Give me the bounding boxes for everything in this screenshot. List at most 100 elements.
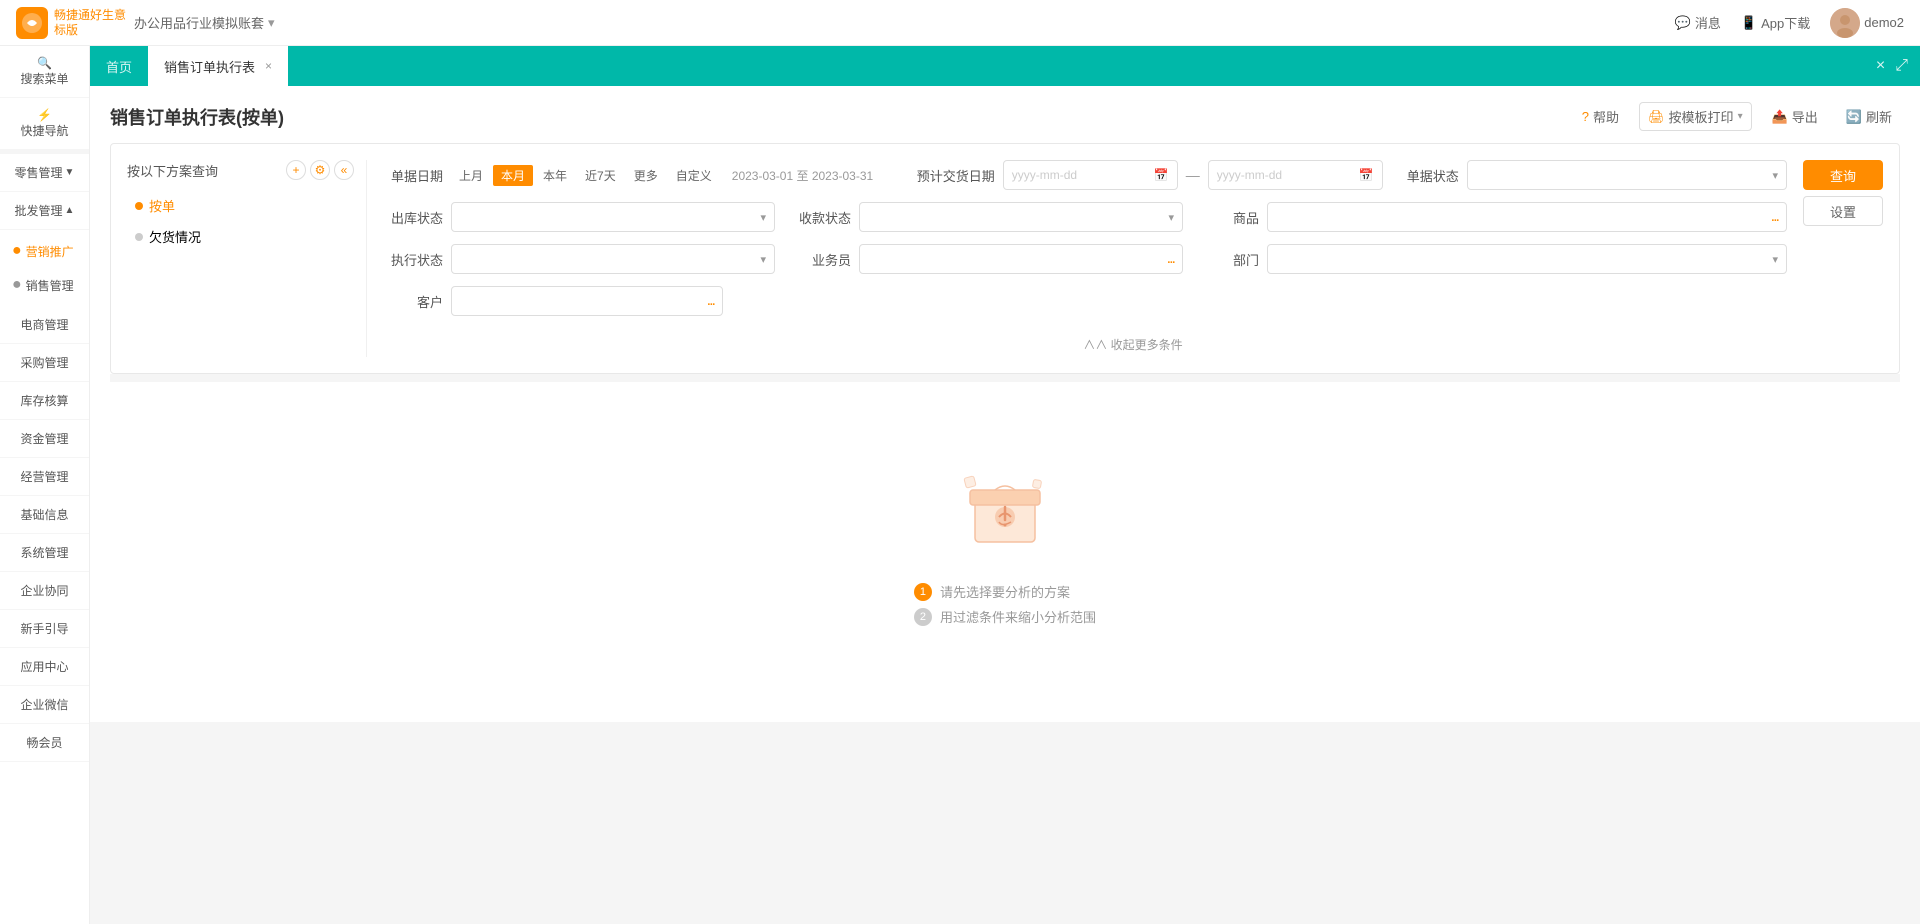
tip-text-1: 请先选择要分析的方案	[940, 582, 1070, 601]
collapse-arrow-icon: ∧∧	[1083, 338, 1107, 352]
filter-rows-area: 单据日期 上月 本月 本年 近7天 更多 自定义	[383, 160, 1787, 328]
print-icon: 🖨	[1648, 109, 1665, 125]
sidebar-item-operations[interactable]: 经营管理	[0, 458, 89, 496]
goods-dots-icon[interactable]: ...	[1771, 208, 1778, 226]
tab-minimize-icon[interactable]: ×	[1876, 57, 1885, 75]
empty-state: 1 请先选择要分析的方案 2 用过滤条件来缩小分析范围	[110, 382, 1900, 706]
user-action[interactable]: demo2	[1830, 8, 1904, 38]
filter-right: 单据日期 上月 本月 本年 近7天 更多 自定义	[367, 160, 1883, 357]
page-content: 销售订单执行表(按单) ? 帮助 🖨 按模板打印 ▾ 📤	[90, 86, 1920, 924]
scheme-add-btn[interactable]: +	[286, 160, 306, 180]
sidebar-item-wholesale-mgmt[interactable]: 批发管理 ▲	[0, 192, 89, 230]
message-action[interactable]: 💬 消息	[1675, 13, 1721, 32]
logo-text: 畅捷通好生意 标版	[54, 8, 126, 37]
scheme-header-actions: + ⚙ «	[286, 160, 354, 180]
sidebar-item-ecommerce[interactable]: 电商管理	[0, 306, 89, 344]
filter-row-1: 单据日期 上月 本月 本年 近7天 更多 自定义	[383, 160, 1787, 190]
salesperson-input[interactable]: ...	[859, 244, 1183, 274]
tab-sales-order[interactable]: 销售订单执行表 ×	[148, 46, 288, 86]
date-tab-more[interactable]: 更多	[626, 165, 666, 186]
forecast-date-start[interactable]: yyyy-mm-dd 📅	[1003, 160, 1178, 190]
filter-right-top: 单据日期 上月 本月 本年 近7天 更多 自定义	[383, 160, 1883, 328]
tab-home[interactable]: 首页	[90, 46, 148, 86]
sidebar-item-retail-mgmt[interactable]: 零售管理 ▼	[0, 154, 89, 192]
submenu-item-order[interactable]: ● 营销推广	[0, 234, 89, 268]
page-inner: 销售订单执行表(按单) ? 帮助 🖨 按模板打印 ▾ 📤	[90, 86, 1920, 722]
date-dash-icon: —	[1186, 167, 1200, 183]
search-button[interactable]: 查询	[1803, 160, 1883, 190]
sidebar-item-inventory[interactable]: 库存核算	[0, 382, 89, 420]
refresh-btn[interactable]: 🔄 刷新	[1838, 103, 1900, 130]
sidebar-item-finance[interactable]: 资金管理	[0, 420, 89, 458]
wholesale-submenu: ● 营销推广 ● 销售管理	[0, 230, 89, 306]
filter-buttons-col: 查询 设置	[1803, 160, 1883, 226]
customer-input[interactable]: ...	[451, 286, 723, 316]
scheme-label-stock: 欠货情况	[149, 227, 201, 246]
refresh-icon: 🔄	[1846, 109, 1862, 125]
export-btn[interactable]: 📤 导出	[1764, 103, 1826, 130]
payment-status-dropdown[interactable]: ▾	[859, 202, 1183, 232]
status-dropdown[interactable]: ▾	[1467, 160, 1787, 190]
breadcrumb-area: 办公用品行业模拟账套 ▾	[134, 13, 275, 32]
tip-text-2: 用过滤条件来缩小分析范围	[940, 607, 1096, 626]
filter-row-3: 执行状态 ▾ 业务员	[383, 244, 1787, 274]
department-dropdown[interactable]: ▾	[1267, 244, 1787, 274]
date-tab-custom[interactable]: 自定义	[668, 165, 720, 186]
sidebar-item-enterprise-collab[interactable]: 企业协同	[0, 572, 89, 610]
export-icon: 📤	[1772, 109, 1788, 125]
status-arrow-icon: ▾	[1772, 169, 1778, 182]
order-dot-icon: ●	[12, 242, 22, 260]
date-tab-this-month[interactable]: 本月	[493, 165, 533, 186]
tab-close-icon[interactable]: ×	[265, 59, 272, 73]
scheme-label-order: 按单	[149, 196, 175, 215]
sidebar-item-app-center[interactable]: 应用中心	[0, 648, 89, 686]
sidebar-item-quick-nav[interactable]: ⚡ 快捷导航	[0, 98, 89, 150]
scheme-item-order[interactable]: 按单	[127, 190, 354, 221]
scheme-item-stock[interactable]: 欠货情况	[127, 221, 354, 252]
help-btn[interactable]: ? 帮助	[1574, 103, 1627, 130]
print-arrow-icon: ▾	[1738, 111, 1743, 122]
scheme-collapse-btn[interactable]: «	[334, 160, 354, 180]
execute-status-dropdown[interactable]: ▾	[451, 244, 775, 274]
page-title-bar: 销售订单执行表(按单) ? 帮助 🖨 按模板打印 ▾ 📤	[110, 102, 1900, 131]
collapse-bar[interactable]: ∧∧ 收起更多条件	[383, 328, 1883, 357]
submenu-item-debt[interactable]: ● 销售管理	[0, 268, 89, 302]
scheme-settings-btn[interactable]: ⚙	[310, 160, 330, 180]
settings-button[interactable]: 设置	[1803, 196, 1883, 226]
page-actions: ? 帮助 🖨 按模板打印 ▾ 📤 导出 🔄	[1574, 102, 1900, 131]
date-tabs: 上月 本月 本年 近7天 更多 自定义	[451, 165, 720, 186]
sidebar-item-system-mgmt[interactable]: 系统管理	[0, 534, 89, 572]
sidebar-item-basic-info[interactable]: 基础信息	[0, 496, 89, 534]
goods-input[interactable]: ...	[1267, 202, 1787, 232]
sidebar-item-wechat-enterprise[interactable]: 企业微信	[0, 686, 89, 724]
tab-maximize-icon[interactable]: ⤢	[1895, 57, 1908, 75]
department-label: 部门	[1199, 250, 1259, 269]
forecast-date-end[interactable]: yyyy-mm-dd 📅	[1208, 160, 1383, 190]
tab-bar: 首页 销售订单执行表 × × ⤢	[90, 46, 1920, 86]
department-arrow-icon: ▾	[1772, 253, 1778, 266]
customer-dots-icon[interactable]: ...	[707, 292, 714, 310]
sidebar-item-newbie-guide[interactable]: 新手引导	[0, 610, 89, 648]
sidebar: 🔍 搜索菜单 ⚡ 快捷导航 零售管理 ▼ 批发管理 ▲ ● 营销推广 ● 销售管…	[0, 46, 90, 924]
sidebar-item-purchase-mgmt[interactable]: 采购管理	[0, 344, 89, 382]
warehouse-status-dropdown[interactable]: ▾	[451, 202, 775, 232]
breadcrumb-arrow-icon[interactable]: ▾	[268, 15, 275, 31]
filter-left: 按以下方案查询 + ⚙ « 按单	[127, 160, 367, 357]
search-menu-icon: 🔍	[37, 56, 52, 70]
date-tab-last-month[interactable]: 上月	[451, 165, 491, 186]
tab-bar-right: × ⤢	[1864, 57, 1920, 75]
collapse-label: 收起更多条件	[1111, 338, 1183, 352]
message-icon: 💬	[1675, 15, 1691, 31]
home-tab-label: 首页	[106, 57, 132, 76]
app-download-action[interactable]: 📱 App下载	[1741, 13, 1810, 32]
payment-status-label: 收款状态	[791, 208, 851, 227]
date-tab-this-year[interactable]: 本年	[535, 165, 575, 186]
sidebar-item-membership[interactable]: 畅会员	[0, 724, 89, 762]
print-btn[interactable]: 🖨 按模板打印 ▾	[1639, 102, 1752, 131]
salesperson-dots-icon[interactable]: ...	[1167, 250, 1174, 268]
header-left: 畅捷通好生意 标版 办公用品行业模拟账套 ▾	[16, 7, 275, 39]
sidebar-item-search-menu[interactable]: 🔍 搜索菜单	[0, 46, 89, 98]
top-header: 畅捷通好生意 标版 办公用品行业模拟账套 ▾ 💬 消息 📱 App下载	[0, 0, 1920, 46]
date-tab-7days[interactable]: 近7天	[577, 165, 624, 186]
page-title: 销售订单执行表(按单)	[110, 104, 284, 130]
